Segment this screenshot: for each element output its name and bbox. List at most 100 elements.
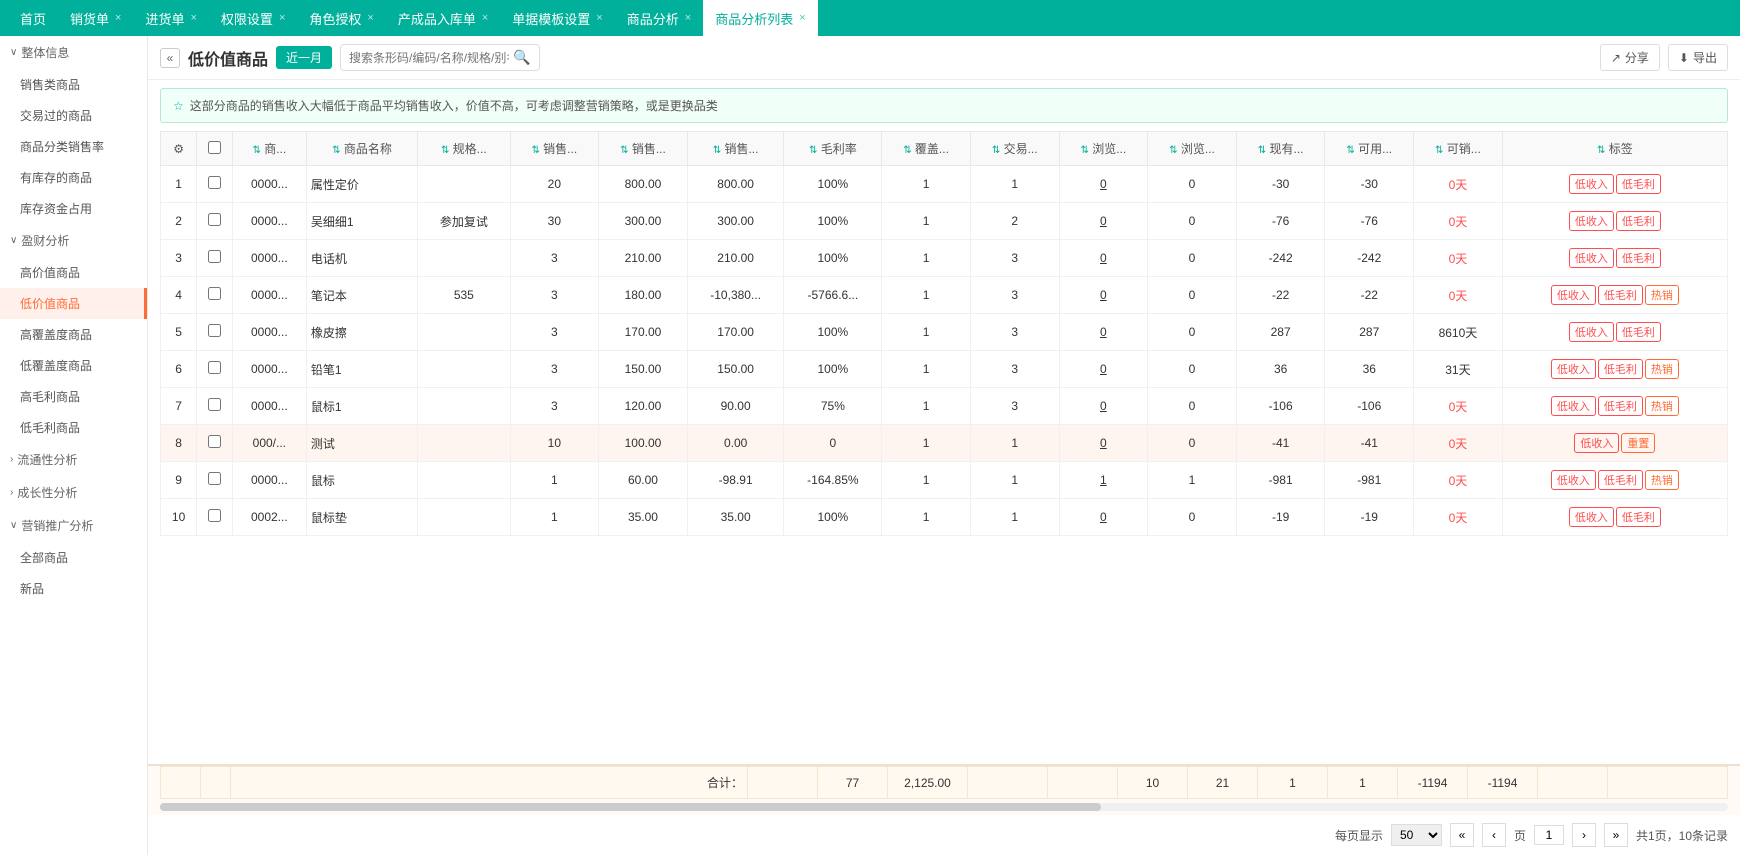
sidebar-item-库存资金占用[interactable]: 库存资金占用 <box>0 193 147 224</box>
row-select-checkbox[interactable] <box>208 176 221 189</box>
browse1-link[interactable]: 0 <box>1100 214 1107 228</box>
browse1-link[interactable]: 0 <box>1100 436 1107 450</box>
row-sale-amt: -98.91 <box>687 462 784 499</box>
row-checkbox <box>197 277 233 314</box>
row-select-checkbox[interactable] <box>208 435 221 448</box>
per-page-select[interactable]: 50 100 200 <box>1391 824 1442 846</box>
close-icon[interactable]: × <box>685 12 691 24</box>
row-no: 5 <box>161 314 197 351</box>
row-sell-days: 0天 <box>1414 240 1503 277</box>
row-select-checkbox[interactable] <box>208 398 221 411</box>
period-button[interactable]: 近一月 <box>276 46 332 69</box>
sort-icon[interactable]: ⇅ <box>531 145 539 156</box>
sidebar-group-营销推广分析[interactable]: ∨ 营销推广分析 <box>0 509 147 542</box>
sidebar-item-全部商品[interactable]: 全部商品 <box>0 542 147 573</box>
sidebar-item-低毛利商品[interactable]: 低毛利商品 <box>0 412 147 443</box>
sort-icon[interactable]: ⇅ <box>620 145 628 156</box>
next-page-button[interactable]: › <box>1572 823 1596 847</box>
nav-permission[interactable]: 权限设置 × <box>209 0 297 36</box>
row-select-checkbox[interactable] <box>208 287 221 300</box>
close-icon[interactable]: × <box>279 12 285 24</box>
nav-template[interactable]: 单据模板设置 × <box>500 0 614 36</box>
close-icon[interactable]: × <box>799 12 805 24</box>
sort-icon[interactable]: ⇅ <box>332 145 340 156</box>
page-number-input[interactable] <box>1534 825 1564 845</box>
sidebar-item-低价值商品[interactable]: 低价值商品 <box>0 288 147 319</box>
first-page-button[interactable]: « <box>1450 823 1474 847</box>
collapse-sidebar-button[interactable]: « <box>160 48 180 68</box>
sidebar-item-高毛利商品[interactable]: 高毛利商品 <box>0 381 147 412</box>
close-icon[interactable]: × <box>596 12 602 24</box>
nav-product-analysis-list[interactable]: 商品分析列表 × <box>703 0 817 36</box>
sort-icon[interactable]: ⇅ <box>1258 145 1266 156</box>
last-page-button[interactable]: » <box>1604 823 1628 847</box>
sidebar-group-流通性分析[interactable]: › 流通性分析 <box>0 443 147 476</box>
row-select-checkbox[interactable] <box>208 361 221 374</box>
close-icon[interactable]: × <box>482 12 488 24</box>
row-checkbox <box>197 240 233 277</box>
browse1-link[interactable]: 0 <box>1100 362 1107 376</box>
close-icon[interactable]: × <box>367 12 373 24</box>
row-select-checkbox[interactable] <box>208 250 221 263</box>
sort-icon[interactable]: ⇅ <box>252 145 260 156</box>
search-icon[interactable]: 🔍 <box>513 49 530 66</box>
nav-purchase[interactable]: 进货单 × <box>133 0 208 36</box>
prev-page-button[interactable]: ‹ <box>1482 823 1506 847</box>
close-icon[interactable]: × <box>115 12 121 24</box>
browse1-link[interactable]: 0 <box>1100 399 1107 413</box>
row-gross-rate: -164.85% <box>784 462 882 499</box>
sort-icon[interactable]: ⇅ <box>713 145 721 156</box>
nav-product-analysis[interactable]: 商品分析 × <box>615 0 703 36</box>
share-button[interactable]: ↗ 分享 <box>1600 44 1660 71</box>
sidebar-item-销售类商品[interactable]: 销售类商品 <box>0 69 147 100</box>
sidebar-group-整体信息[interactable]: ∨ 整体信息 <box>0 36 147 69</box>
row-no: 2 <box>161 203 197 240</box>
nav-role[interactable]: 角色授权 × <box>297 0 385 36</box>
sort-icon[interactable]: ⇅ <box>1169 145 1177 156</box>
select-all-checkbox[interactable] <box>208 141 221 154</box>
row-select-checkbox[interactable] <box>208 472 221 485</box>
browse1-link[interactable]: 1 <box>1100 473 1107 487</box>
sidebar-item-商品分类销售率[interactable]: 商品分类销售率 <box>0 131 147 162</box>
sort-icon[interactable]: ⇅ <box>1597 145 1605 156</box>
sidebar-item-高价值商品[interactable]: 高价值商品 <box>0 257 147 288</box>
row-select-checkbox[interactable] <box>208 213 221 226</box>
col-settings[interactable]: ⚙ <box>161 132 197 166</box>
sort-icon[interactable]: ⇅ <box>903 145 911 156</box>
table-row: 8 000/... 测试 10 100.00 0.00 0 1 1 0 0 -4… <box>161 425 1728 462</box>
sidebar-item-低覆盖度商品[interactable]: 低覆盖度商品 <box>0 350 147 381</box>
nav-home[interactable]: 首页 <box>8 0 58 36</box>
search-input[interactable] <box>349 51 509 65</box>
sidebar-item-有库存的商品[interactable]: 有库存的商品 <box>0 162 147 193</box>
row-select-checkbox[interactable] <box>208 324 221 337</box>
close-icon[interactable]: × <box>190 12 196 24</box>
sort-icon[interactable]: ⇅ <box>992 145 1000 156</box>
row-avail-stock: 287 <box>1325 314 1414 351</box>
browse1-link[interactable]: 0 <box>1100 177 1107 191</box>
sidebar-item-高覆盖度商品[interactable]: 高覆盖度商品 <box>0 319 147 350</box>
browse1-link[interactable]: 0 <box>1100 325 1107 339</box>
sidebar-group-盈财分析[interactable]: ∨ 盈财分析 <box>0 224 147 257</box>
sort-icon[interactable]: ⇅ <box>1346 145 1354 156</box>
row-curr-stock: -76 <box>1236 203 1325 240</box>
export-button[interactable]: ⬇ 导出 <box>1668 44 1728 71</box>
sidebar-item-交易过的商品[interactable]: 交易过的商品 <box>0 100 147 131</box>
sort-icon[interactable]: ⇅ <box>1435 145 1443 156</box>
nav-product-in[interactable]: 产成品入库单 × <box>386 0 500 36</box>
browse1-link[interactable]: 0 <box>1100 251 1107 265</box>
browse1-link[interactable]: 0 <box>1100 510 1107 524</box>
sidebar-group-成长性分析[interactable]: › 成长性分析 <box>0 476 147 509</box>
sort-icon[interactable]: ⇅ <box>1080 145 1088 156</box>
nav-sales[interactable]: 销货单 × <box>58 0 133 36</box>
browse1-link[interactable]: 0 <box>1100 288 1107 302</box>
row-select-checkbox[interactable] <box>208 509 221 522</box>
sidebar-item-新品[interactable]: 新品 <box>0 573 147 604</box>
sort-icon[interactable]: ⇅ <box>809 145 817 156</box>
row-no: 4 <box>161 277 197 314</box>
scrollbar-thumb[interactable] <box>160 803 1101 811</box>
sort-icon[interactable]: ⇅ <box>441 145 449 156</box>
horizontal-scrollbar[interactable] <box>160 803 1728 811</box>
row-cover: 1 <box>882 351 971 388</box>
row-no: 10 <box>161 499 197 536</box>
settings-icon[interactable]: ⚙ <box>173 142 184 156</box>
